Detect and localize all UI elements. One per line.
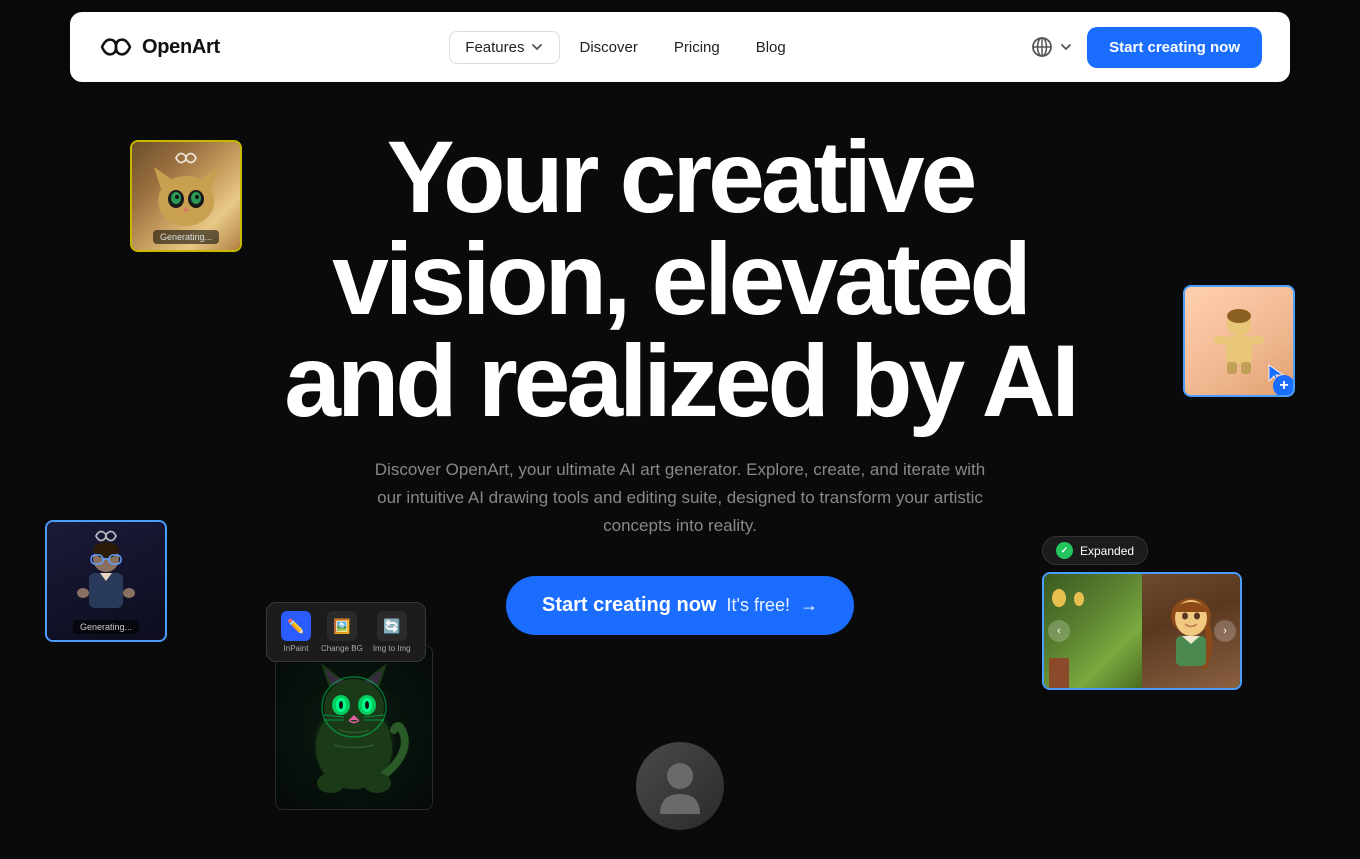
expanded-nav-right[interactable]: › — [1214, 620, 1236, 642]
openart-overlay-icon-top — [172, 150, 200, 166]
figure-illustration — [1204, 306, 1274, 376]
change-bg-toolbar-btn[interactable]: 🖼️ Change BG — [321, 611, 363, 653]
hero-cta-button[interactable]: Start creating now It's free! → — [506, 576, 854, 635]
language-selector[interactable] — [1031, 36, 1073, 58]
openart-logo-icon — [98, 36, 134, 58]
nav-links: Features Discover Pricing Blog — [449, 31, 801, 64]
float-expanded-panel: ✓ Expanded — [1042, 536, 1242, 690]
inpaint-toolbar-btn[interactable]: ✏️ InPaint — [281, 611, 311, 653]
navbar: OpenArt Features Discover Pricing Blog — [70, 12, 1290, 82]
man-illustration — [71, 541, 141, 621]
avatar-person-icon — [655, 759, 705, 814]
features-nav-button[interactable]: Features — [449, 31, 559, 64]
girl-illustration — [1164, 594, 1219, 669]
generating-label-man: Generating... — [73, 620, 139, 634]
discover-nav-button[interactable]: Discover — [564, 31, 654, 64]
chevron-down-icon — [530, 40, 544, 54]
float-avatar-bottom-center — [636, 742, 724, 830]
logo-text: OpenArt — [142, 36, 220, 59]
hero-title: Your creative vision, elevated and reali… — [70, 126, 1290, 432]
cat-illustration-top — [146, 159, 226, 234]
expanded-image: ‹ › — [1042, 572, 1242, 690]
expanded-nav-left[interactable]: ‹ — [1048, 620, 1070, 642]
arrow-icon: → — [800, 595, 818, 616]
float-neon-cat — [275, 645, 433, 810]
neon-cat-illustration — [289, 655, 419, 800]
pricing-nav-button[interactable]: Pricing — [658, 31, 736, 64]
logo[interactable]: OpenArt — [98, 36, 220, 59]
hero-title-line2: vision, elevated — [332, 222, 1028, 336]
blog-nav-button[interactable]: Blog — [740, 31, 802, 64]
hero-title-line3: and realized by AI — [284, 324, 1075, 438]
hero-cta-free: It's free! — [727, 595, 790, 616]
plus-circle-icon: + — [1273, 375, 1295, 397]
expanded-badge: ✓ Expanded — [1042, 536, 1148, 565]
img-to-img-toolbar-btn[interactable]: 🔄 Img to Img — [373, 611, 411, 653]
float-cat-generating-top-left: Generating... — [130, 140, 242, 252]
nav-right: Start creating now — [1031, 27, 1262, 68]
chevron-down-icon-lang — [1059, 40, 1073, 54]
float-figure-top-right: + — [1183, 285, 1295, 397]
float-man-generating-bottom-left: Generating... — [45, 520, 167, 642]
generating-label-top: Generating... — [153, 230, 219, 244]
hero-cta-label: Start creating now — [542, 594, 716, 617]
openart-overlay-icon-man — [92, 528, 120, 544]
float-toolbar: ✏️ InPaint 🖼️ Change BG 🔄 Img to Img — [266, 602, 426, 662]
start-creating-nav-button[interactable]: Start creating now — [1087, 27, 1262, 68]
hero-title-line1: Your creative — [387, 120, 974, 234]
hero-subtitle: Discover OpenArt, your ultimate AI art g… — [370, 456, 990, 540]
expanded-badge-label: Expanded — [1080, 544, 1134, 558]
globe-icon — [1031, 36, 1053, 58]
